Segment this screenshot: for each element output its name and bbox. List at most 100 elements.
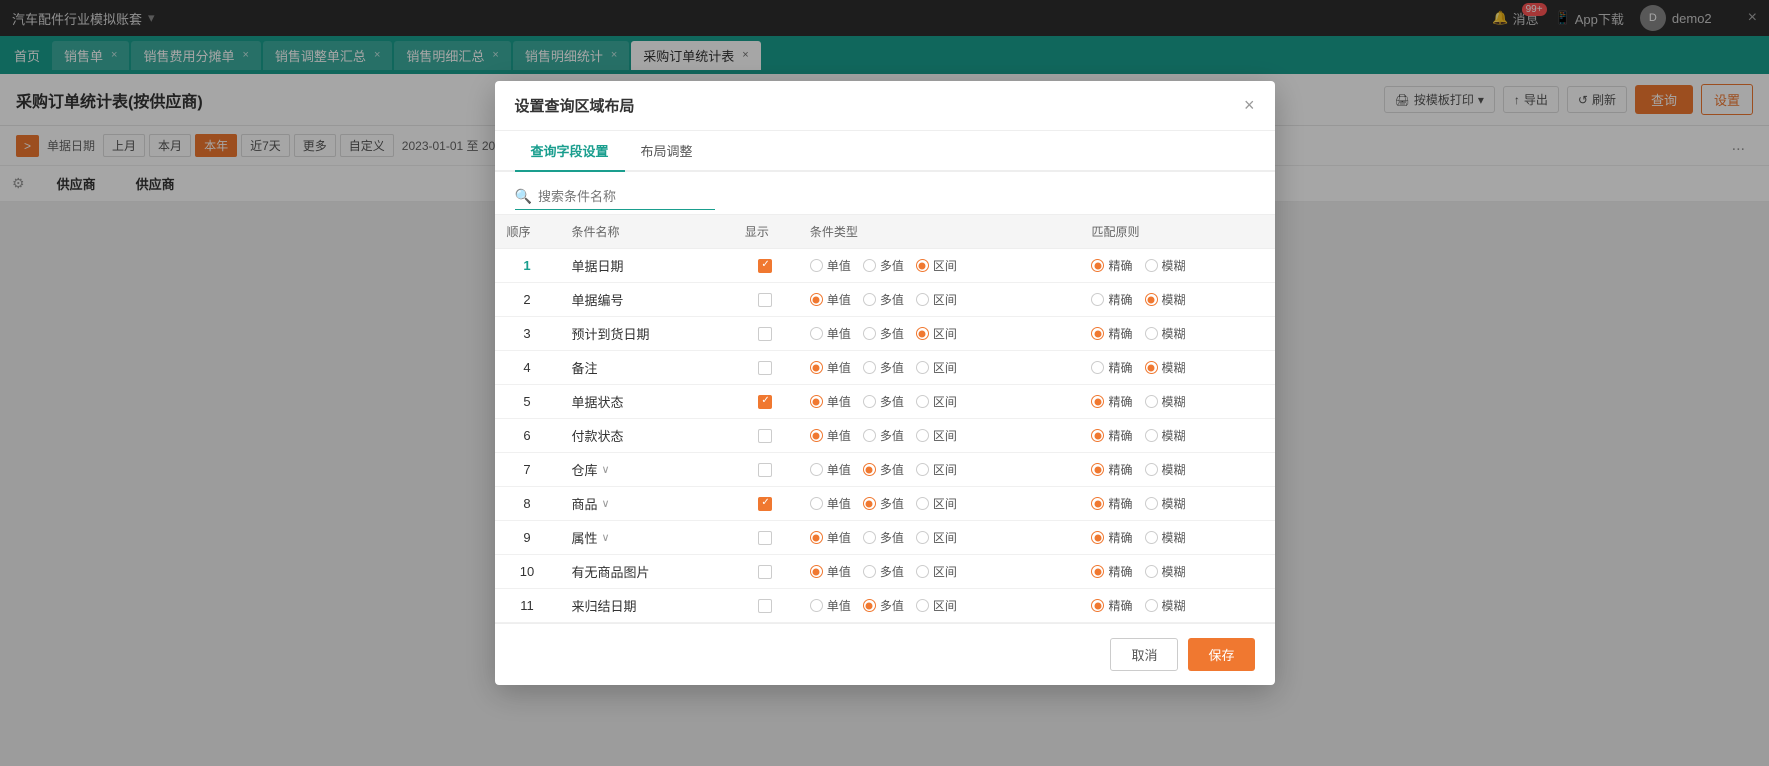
type-single[interactable]: 单值 — [810, 597, 851, 614]
type-single[interactable]: 单值 — [810, 427, 851, 444]
type-multi[interactable]: 多值 — [863, 257, 904, 274]
row-match-principle: 精确 模糊 — [1079, 283, 1274, 317]
type-range[interactable]: 区间 — [916, 359, 957, 376]
radio-dot — [916, 497, 929, 510]
type-range[interactable]: 区间 — [916, 563, 957, 580]
row-condition-name: 单据日期 — [560, 249, 733, 283]
type-range[interactable]: 区间 — [916, 597, 957, 614]
match-exact[interactable]: 精确 — [1091, 461, 1132, 478]
row-display-checkbox[interactable] — [733, 555, 798, 589]
checkbox[interactable] — [758, 361, 772, 375]
match-exact[interactable]: 精确 — [1091, 359, 1132, 376]
match-exact[interactable]: 精确 — [1091, 291, 1132, 308]
modal-tab-query-fields[interactable]: 查询字段设置 — [515, 131, 625, 172]
type-single[interactable]: 单值 — [810, 563, 851, 580]
radio-dot — [1145, 463, 1158, 476]
checkbox[interactable] — [758, 565, 772, 579]
row-display-checkbox[interactable] — [733, 249, 798, 283]
match-fuzzy[interactable]: 模糊 — [1145, 597, 1186, 614]
checkbox[interactable] — [758, 327, 772, 341]
type-multi[interactable]: 多值 — [863, 291, 904, 308]
type-single[interactable]: 单值 — [810, 291, 851, 308]
type-range[interactable]: 区间 — [916, 393, 957, 410]
type-single[interactable]: 单值 — [810, 257, 851, 274]
row-match-principle: 精确 模糊 — [1079, 555, 1274, 589]
type-single[interactable]: 单值 — [810, 529, 851, 546]
type-multi[interactable]: 多值 — [863, 529, 904, 546]
checkbox[interactable] — [758, 599, 772, 613]
checkbox[interactable] — [758, 497, 772, 511]
match-exact[interactable]: 精确 — [1091, 597, 1132, 614]
checkbox[interactable] — [758, 463, 772, 477]
row-display-checkbox[interactable] — [733, 589, 798, 623]
match-exact[interactable]: 精确 — [1091, 563, 1132, 580]
checkbox[interactable] — [758, 429, 772, 443]
checkbox[interactable] — [758, 259, 772, 273]
type-range[interactable]: 区间 — [916, 257, 957, 274]
match-fuzzy[interactable]: 模糊 — [1145, 563, 1186, 580]
row-display-checkbox[interactable] — [733, 351, 798, 385]
type-multi[interactable]: 多值 — [863, 597, 904, 614]
type-single[interactable]: 单值 — [810, 359, 851, 376]
match-fuzzy[interactable]: 模糊 — [1145, 325, 1186, 342]
type-single[interactable]: 单值 — [810, 495, 851, 512]
checkbox[interactable] — [758, 293, 772, 307]
type-single[interactable]: 单值 — [810, 461, 851, 478]
row-condition-type: 单值 多值 区间 — [798, 249, 1080, 283]
table-row: 4备注 单值 多值 区间 精确 — [495, 351, 1275, 385]
row-display-checkbox[interactable] — [733, 385, 798, 419]
chevron-down-icon: ∨ — [602, 463, 610, 476]
row-seq: 8 — [495, 487, 560, 521]
type-multi[interactable]: 多值 — [863, 393, 904, 410]
type-range[interactable]: 区间 — [916, 427, 957, 444]
match-fuzzy[interactable]: 模糊 — [1145, 291, 1186, 308]
type-multi[interactable]: 多值 — [863, 563, 904, 580]
cancel-button[interactable]: 取消 — [1110, 638, 1178, 671]
type-multi[interactable]: 多值 — [863, 495, 904, 512]
match-exact[interactable]: 精确 — [1091, 325, 1132, 342]
type-multi[interactable]: 多值 — [863, 359, 904, 376]
match-fuzzy[interactable]: 模糊 — [1145, 359, 1186, 376]
type-multi[interactable]: 多值 — [863, 325, 904, 342]
type-range[interactable]: 区间 — [916, 495, 957, 512]
modal-tab-layout[interactable]: 布局调整 — [625, 131, 709, 172]
match-exact[interactable]: 精确 — [1091, 495, 1132, 512]
row-display-checkbox[interactable] — [733, 521, 798, 555]
type-range[interactable]: 区间 — [916, 291, 957, 308]
match-fuzzy[interactable]: 模糊 — [1145, 495, 1186, 512]
radio-dot — [916, 361, 929, 374]
row-condition-name: 单据编号 — [560, 283, 733, 317]
type-range[interactable]: 区间 — [916, 325, 957, 342]
type-multi[interactable]: 多值 — [863, 427, 904, 444]
row-display-checkbox[interactable] — [733, 419, 798, 453]
type-range[interactable]: 区间 — [916, 529, 957, 546]
checkbox[interactable] — [758, 531, 772, 545]
type-single[interactable]: 单值 — [810, 393, 851, 410]
match-fuzzy[interactable]: 模糊 — [1145, 257, 1186, 274]
match-radio-group: 精确 模糊 — [1091, 563, 1262, 580]
match-exact[interactable]: 精确 — [1091, 393, 1132, 410]
match-fuzzy[interactable]: 模糊 — [1145, 529, 1186, 546]
match-fuzzy[interactable]: 模糊 — [1145, 427, 1186, 444]
radio-dot — [916, 599, 929, 612]
type-radio-group: 单值 多值 区间 — [810, 461, 1068, 478]
match-fuzzy[interactable]: 模糊 — [1145, 461, 1186, 478]
radio-dot — [916, 327, 929, 340]
search-field[interactable]: 🔍 — [515, 184, 715, 210]
type-range[interactable]: 区间 — [916, 461, 957, 478]
match-exact[interactable]: 精确 — [1091, 529, 1132, 546]
match-exact[interactable]: 精确 — [1091, 427, 1132, 444]
save-button[interactable]: 保存 — [1188, 638, 1254, 671]
row-display-checkbox[interactable] — [733, 487, 798, 521]
modal-close-button[interactable]: × — [1244, 95, 1255, 116]
row-display-checkbox[interactable] — [733, 317, 798, 351]
col-type: 条件类型 — [798, 215, 1080, 249]
row-display-checkbox[interactable] — [733, 453, 798, 487]
match-exact[interactable]: 精确 — [1091, 257, 1132, 274]
type-multi[interactable]: 多值 — [863, 461, 904, 478]
type-single[interactable]: 单值 — [810, 325, 851, 342]
search-input[interactable] — [538, 189, 715, 204]
row-display-checkbox[interactable] — [733, 283, 798, 317]
checkbox[interactable] — [758, 395, 772, 409]
match-fuzzy[interactable]: 模糊 — [1145, 393, 1186, 410]
